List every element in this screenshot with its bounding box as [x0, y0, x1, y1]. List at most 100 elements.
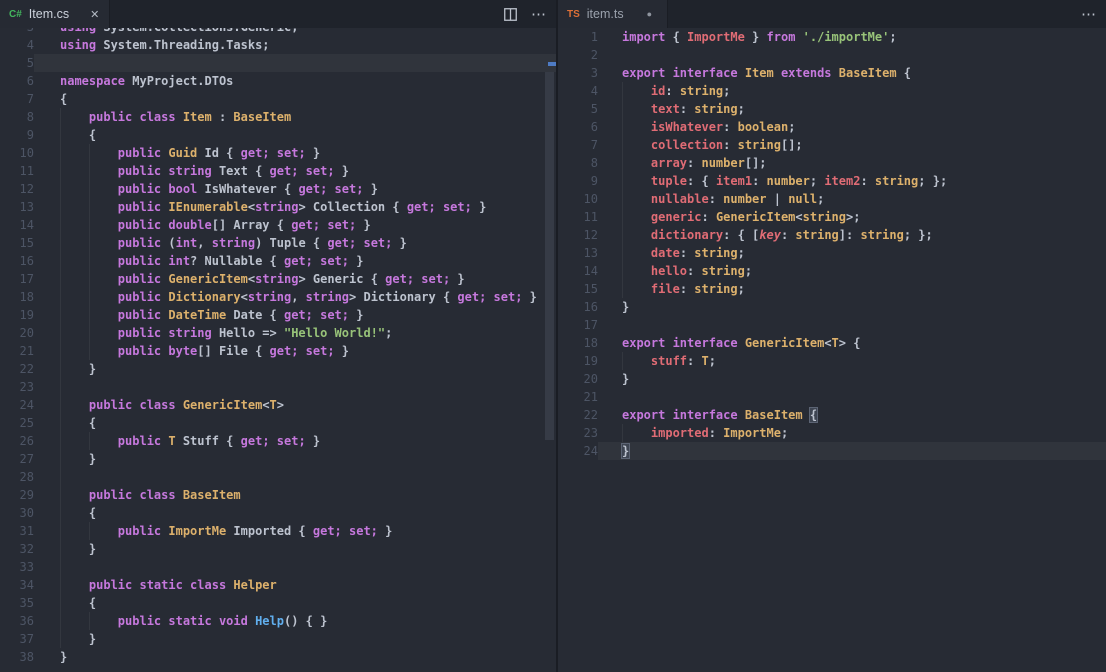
code-line-31[interactable]: 31 public ImportMe Imported { get; set; … — [0, 522, 556, 540]
code-editor-item-ts[interactable]: 1 import { ImportMe } from './importMe'; 2… — [558, 28, 1106, 672]
code-line-30[interactable]: 30 { — [0, 504, 556, 522]
line-number: 19 — [583, 354, 598, 368]
code-line-25[interactable]: 25 { — [0, 414, 556, 432]
code-line-28[interactable]: 28 — [0, 468, 556, 486]
code-line-15[interactable]: 15 file: string; — [558, 280, 1106, 298]
tab-label: Item.cs — [28, 7, 70, 21]
code-line-7[interactable]: 7 collection: string[]; — [558, 136, 1106, 154]
code-line-text: using System.Threading.Tasks; — [60, 38, 270, 52]
code-line-18[interactable]: 18 export interface GenericItem<T> { — [558, 334, 1106, 352]
code-line-text: { — [60, 596, 97, 610]
code-line-17[interactable]: 17 — [558, 316, 1106, 334]
code-line-text: dictionary: { [key: string]: string; }; — [650, 228, 933, 242]
code-line-23[interactable]: 23 — [0, 378, 556, 396]
code-line-24[interactable]: 24 public class GenericItem<T> — [0, 396, 556, 414]
code-line-22[interactable]: 22 export interface BaseItem { — [558, 406, 1106, 424]
line-number: 5 — [590, 102, 598, 116]
tab-item-ts[interactable]: TS item.ts ● — [558, 0, 668, 28]
code-line-9[interactable]: 9 { — [0, 126, 556, 144]
line-number: 13 — [583, 246, 598, 260]
close-tab-icon[interactable]: ✕ — [90, 8, 99, 21]
code-line-6[interactable]: 6 isWhatever: boolean; — [558, 118, 1106, 136]
code-line-20[interactable]: 20 public string Hello => "Hello World!"… — [0, 324, 556, 342]
code-line-8[interactable]: 8 array: number[]; — [558, 154, 1106, 172]
typescript-file-icon: TS — [567, 8, 580, 20]
code-line-7[interactable]: 7{ — [0, 90, 556, 108]
code-line-11[interactable]: 11 generic: GenericItem<string>; — [558, 208, 1106, 226]
code-line-16[interactable]: 16 public int? Nullable { get; set; } — [0, 252, 556, 270]
code-line-29[interactable]: 29 public class BaseItem — [0, 486, 556, 504]
code-line-27[interactable]: 27 } — [0, 450, 556, 468]
split-editor-glyph — [504, 7, 517, 21]
code-line-34[interactable]: 34 public static class Helper — [0, 576, 556, 594]
code-lines-item-cs: 3using System.Collections.Generic;4using… — [0, 28, 556, 666]
code-line-6[interactable]: 6 namespace MyProject.DTOs — [0, 72, 556, 90]
line-number: 7 — [26, 92, 34, 106]
tab-item-cs[interactable]: C# Item.cs ✕ — [0, 0, 111, 28]
code-line-4[interactable]: 4 using System.Threading.Tasks; — [0, 36, 556, 54]
code-line-22[interactable]: 22 } — [0, 360, 556, 378]
code-line-14[interactable]: 14 hello: string; — [558, 262, 1106, 280]
code-line-1[interactable]: 1 import { ImportMe } from './importMe'; — [558, 28, 1106, 46]
line-number: 23 — [583, 426, 598, 440]
code-line-14[interactable]: 14 public double[] Array { get; set; } — [0, 216, 556, 234]
line-number: 15 — [19, 236, 34, 250]
code-line-32[interactable]: 32 } — [0, 540, 556, 558]
code-line-5[interactable]: 5 text: string; — [558, 100, 1106, 118]
code-line-text: public byte[] File { get; set; } — [117, 344, 350, 358]
code-line-15[interactable]: 15 public (int, string) Tuple { get; set… — [0, 234, 556, 252]
split-editor-icon[interactable] — [504, 7, 517, 21]
more-actions-icon[interactable]: ⋯ — [531, 7, 546, 22]
code-line-text: text: string; — [650, 102, 745, 116]
line-number: 10 — [19, 146, 34, 160]
code-line-text: public bool IsWhatever { get; set; } — [117, 182, 378, 196]
unsaved-changes-dot-icon[interactable]: ● — [647, 9, 652, 19]
editor-pane-item-ts: TS item.ts ● ⋯ 1 import { ImportMe } from… — [556, 0, 1106, 672]
code-line-17[interactable]: 17 public GenericItem<string> Generic { … — [0, 270, 556, 288]
code-line-18[interactable]: 18 public Dictionary<string, string> Dic… — [0, 288, 556, 306]
code-line-38[interactable]: 38} — [0, 648, 556, 666]
code-line-13[interactable]: 13 date: string; — [558, 244, 1106, 262]
code-line-13[interactable]: 13 public IEnumerable<string> Collection… — [0, 198, 556, 216]
code-line-text: public class BaseItem — [88, 488, 241, 502]
line-number: 17 — [583, 318, 598, 332]
code-line-11[interactable]: 11 public string Text { get; set; } — [0, 162, 556, 180]
code-line-37[interactable]: 37 } — [0, 630, 556, 648]
code-line-text: public DateTime Date { get; set; } — [117, 308, 364, 322]
editor-actions-right: ⋯ — [1081, 0, 1096, 28]
code-line-33[interactable]: 33 — [0, 558, 556, 576]
code-line-35[interactable]: 35 { — [0, 594, 556, 612]
code-line-4[interactable]: 4 id: string; — [558, 82, 1106, 100]
code-line-19[interactable]: 19 stuff: T; — [558, 352, 1106, 370]
code-line-23[interactable]: 23 imported: ImportMe; — [558, 424, 1106, 442]
code-line-16[interactable]: 16} — [558, 298, 1106, 316]
code-line-3[interactable]: 3using System.Collections.Generic; — [0, 28, 556, 36]
line-number: 23 — [19, 380, 34, 394]
more-actions-icon[interactable]: ⋯ — [1081, 7, 1096, 22]
code-line-21[interactable]: 21 public byte[] File { get; set; } — [0, 342, 556, 360]
code-line-9[interactable]: 9 tuple: { item1: number; item2: string;… — [558, 172, 1106, 190]
code-line-21[interactable]: 21 — [558, 388, 1106, 406]
code-line-20[interactable]: 20} — [558, 370, 1106, 388]
code-line-8[interactable]: 8 public class Item : BaseItem — [0, 108, 556, 126]
code-line-text: } — [60, 452, 97, 466]
code-line-36[interactable]: 36 public static void Help() { } — [0, 612, 556, 630]
code-line-5[interactable]: 5 — [0, 54, 556, 72]
code-editor-item-cs[interactable]: 3using System.Collections.Generic;4using… — [0, 28, 556, 672]
code-line-3[interactable]: 3 export interface Item extends BaseItem … — [558, 64, 1106, 82]
code-line-24[interactable]: 24} — [558, 442, 1106, 460]
code-line-12[interactable]: 12 dictionary: { [key: string]: string; … — [558, 226, 1106, 244]
code-line-10[interactable]: 10 nullable: number | null; — [558, 190, 1106, 208]
vertical-scrollbar[interactable] — [545, 72, 554, 440]
code-line-26[interactable]: 26 public T Stuff { get; set; } — [0, 432, 556, 450]
code-line-text: namespace MyProject.DTOs — [60, 74, 234, 88]
code-line-text: } — [60, 632, 97, 646]
code-line-10[interactable]: 10 public Guid Id { get; set; } — [0, 144, 556, 162]
line-number: 38 — [19, 650, 34, 664]
code-line-2[interactable]: 2 — [558, 46, 1106, 64]
code-line-12[interactable]: 12 public bool IsWhatever { get; set; } — [0, 180, 556, 198]
code-line-text: public int? Nullable { get; set; } — [117, 254, 364, 268]
code-line-text — [34, 54, 556, 72]
code-line-19[interactable]: 19 public DateTime Date { get; set; } — [0, 306, 556, 324]
